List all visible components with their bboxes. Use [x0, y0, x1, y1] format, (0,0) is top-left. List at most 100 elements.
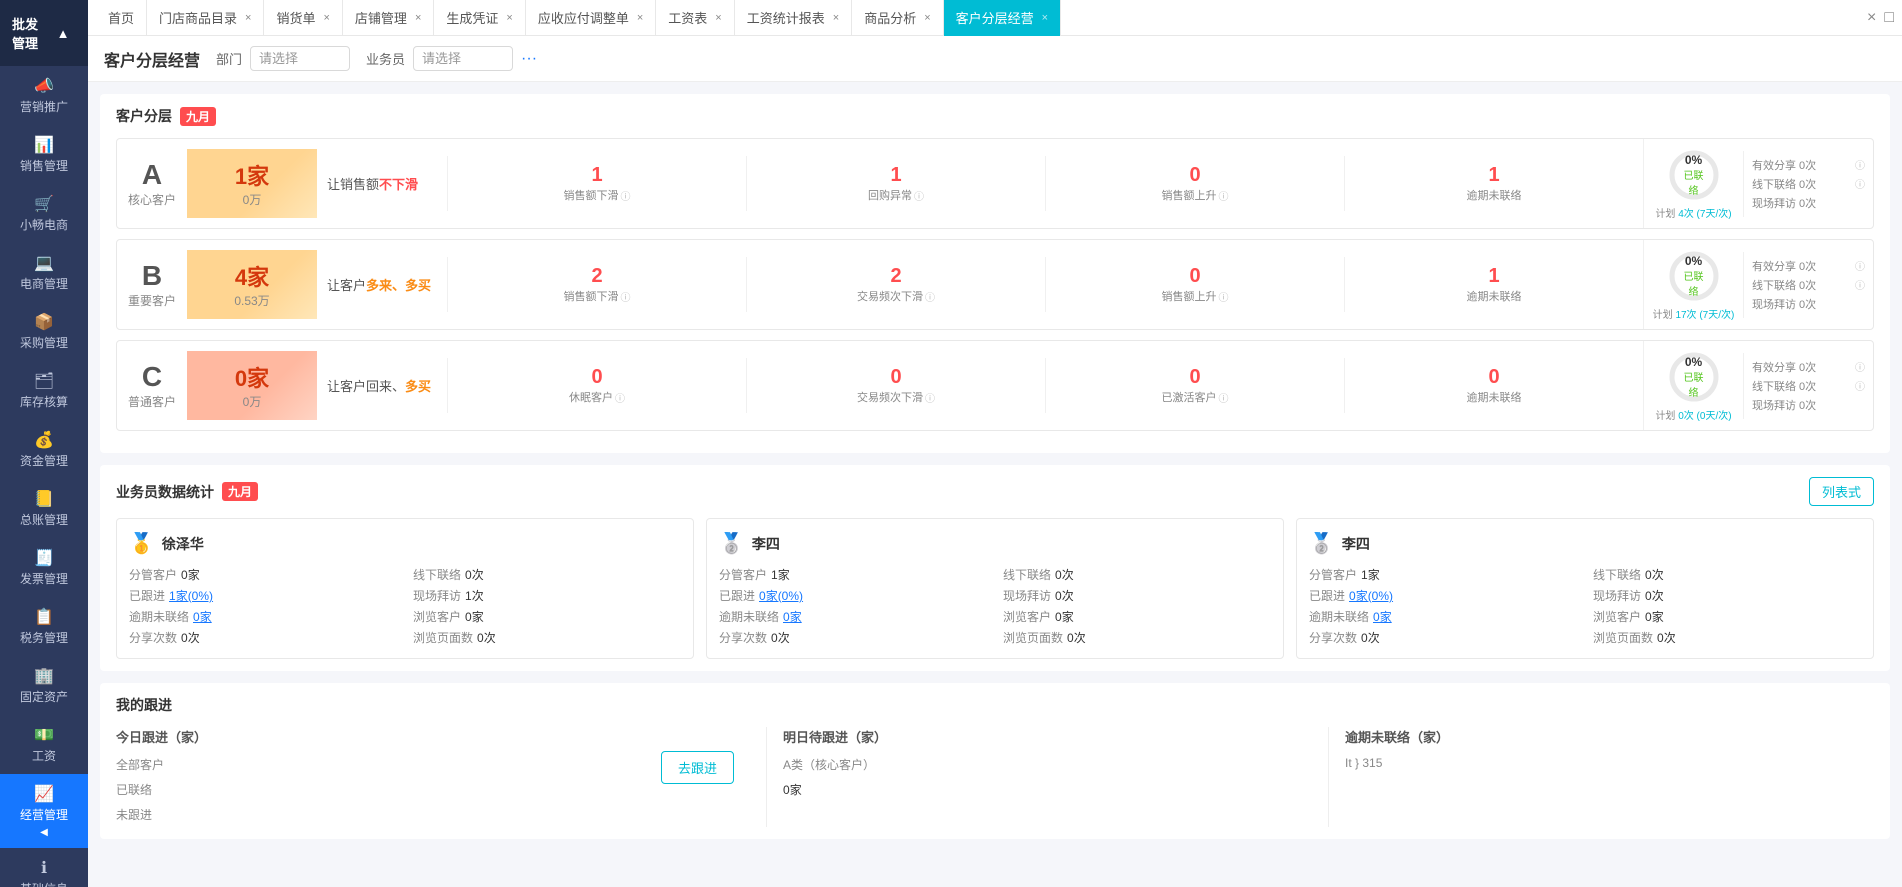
- tab-payroll[interactable]: 工资表 ×: [656, 0, 734, 36]
- sidebar-item-payroll[interactable]: 💵 工资: [0, 715, 88, 774]
- sales-icon: 📊: [34, 137, 54, 154]
- tab-close-icon[interactable]: ×: [245, 12, 251, 24]
- tier-b-stat-2[interactable]: 0 销售额上升 ⓘ: [1045, 257, 1344, 312]
- sidebar-item-ecom[interactable]: 💻 电商管理: [0, 243, 88, 302]
- staff-row: 浏览客户 0家: [1003, 608, 1271, 625]
- sidebar-header[interactable]: 批发管理 ▲: [0, 0, 88, 66]
- tier-a-count[interactable]: 1家 0万: [187, 149, 317, 218]
- tab-voucher[interactable]: 生成凭证 ×: [434, 0, 525, 36]
- tab-close-icon[interactable]: ×: [415, 12, 421, 24]
- customer-tier-section: 客户分层 九月 A 核心客户 1家 0万 让销售额不下滑 1: [100, 94, 1890, 453]
- staff-row: 分管客户 1家: [719, 566, 987, 583]
- tier-c-stat-3[interactable]: 0 逾期未联络: [1344, 358, 1643, 413]
- tier-b-stat-0[interactable]: 2 销售额下滑 ⓘ: [447, 257, 746, 312]
- management-icon: 📈: [34, 786, 54, 803]
- tax-icon: 📋: [34, 609, 54, 626]
- tab-adjustment[interactable]: 应收应付调整单 ×: [526, 0, 656, 36]
- tab-home[interactable]: 首页: [96, 0, 147, 36]
- sidebar-expand-arrow: ◀: [40, 827, 48, 838]
- staff-row: 现场拜访 0次: [1593, 587, 1861, 604]
- staff-section: 业务员数据统计 九月 列表式 🥇 徐泽华 分管客户 0家: [100, 465, 1890, 671]
- staff-cards: 🥇 徐泽华 分管客户 0家 线下联络 0次 已跟进: [116, 518, 1874, 659]
- ecom-small-icon: 🛒: [34, 196, 54, 213]
- tier-a-label: A 核心客户: [117, 149, 187, 218]
- staff-select[interactable]: 请选择: [413, 46, 513, 71]
- tier-a-stat-0[interactable]: 1 销售额下滑 ⓘ: [447, 156, 746, 211]
- sidebar-item-purchase[interactable]: 📦 采购管理: [0, 302, 88, 361]
- tier-b-stat-1[interactable]: 2 交易频次下滑 ⓘ: [746, 257, 1045, 312]
- tab-payroll-report[interactable]: 工资统计报表 ×: [735, 0, 852, 36]
- tab-store-products[interactable]: 门店商品目录 ×: [147, 0, 264, 36]
- tab-store-mgmt[interactable]: 店铺管理 ×: [343, 0, 434, 36]
- tab-bar-actions: × □: [1867, 9, 1894, 27]
- tier-b-stats: 2 销售额下滑 ⓘ 2 交易频次下滑 ⓘ 0 销售额上升 ⓘ 1 逾期未联络: [447, 257, 1643, 312]
- sidebar-item-inventory[interactable]: 🗂 库存核算: [0, 361, 88, 420]
- ecom-icon: 💻: [34, 255, 54, 272]
- sidebar-item-label: 库存核算: [4, 393, 84, 410]
- sidebar-item-assets[interactable]: 🏢 固定资产: [0, 656, 88, 715]
- go-follow-area: 去跟进: [645, 727, 750, 784]
- tab-sales-order[interactable]: 销货单 ×: [264, 0, 342, 36]
- tier-a-stat-1[interactable]: 1 回购异常 ⓘ: [746, 156, 1045, 211]
- tier-a-stat-2[interactable]: 0 销售额上升 ⓘ: [1045, 156, 1344, 211]
- tab-maximize-icon[interactable]: □: [1884, 9, 1894, 27]
- staff-row: 逾期未联络 0家: [129, 608, 397, 625]
- list-view-button[interactable]: 列表式: [1809, 477, 1874, 506]
- sidebar-item-tax[interactable]: 📋 税务管理: [0, 597, 88, 656]
- tab-close-icon[interactable]: ×: [924, 12, 930, 24]
- dept-select[interactable]: 请选择: [250, 46, 350, 71]
- tier-c-stat-2[interactable]: 0 已激活客户 ⓘ: [1045, 358, 1344, 413]
- sidebar-item-label: 固定资产: [4, 688, 84, 705]
- tab-close-icon[interactable]: ×: [637, 12, 643, 24]
- tab-product-analysis[interactable]: 商品分析 ×: [852, 0, 943, 36]
- staff-section-header: 业务员数据统计 九月 列表式: [116, 477, 1874, 506]
- tier-a-stat-3[interactable]: 1 逾期未联络: [1344, 156, 1643, 211]
- staff-row: 线下联络 0次: [1593, 566, 1861, 583]
- sidebar-collapse-icon[interactable]: ▲: [44, 26, 82, 41]
- tier-b-label: B 重要客户: [117, 250, 187, 319]
- sidebar-item-label: 税务管理: [4, 629, 84, 646]
- more-options-icon[interactable]: ···: [521, 50, 537, 68]
- staff-medal-0: 🥇: [129, 531, 154, 556]
- staff-card-header-1: 🥈 李四: [719, 531, 1271, 556]
- staff-filter: 业务员 请选择 ···: [366, 46, 537, 71]
- sidebar-item-label: 采购管理: [4, 334, 84, 351]
- sidebar-item-finance[interactable]: 💰 资金管理: [0, 420, 88, 479]
- staff-month-badge: 九月: [222, 482, 258, 501]
- follow-section-title: 我的跟进: [116, 695, 1874, 715]
- sidebar-item-ecom-small[interactable]: 🛒 小畅电商: [0, 184, 88, 243]
- tab-close-icon[interactable]: ×: [323, 12, 329, 24]
- sidebar-item-label: 经营管理: [4, 806, 84, 823]
- sidebar-item-management[interactable]: 📈 经营管理 ◀: [0, 774, 88, 848]
- sidebar-item-basic[interactable]: ℹ 基础信息: [0, 848, 88, 887]
- page-title: 客户分层经营: [104, 47, 200, 71]
- sidebar-item-ledger[interactable]: 📒 总账管理: [0, 479, 88, 538]
- tier-b-count[interactable]: 4家 0.53万: [187, 250, 317, 319]
- tab-close-icon[interactable]: ×: [1042, 12, 1048, 24]
- purchase-icon: 📦: [34, 314, 54, 331]
- tier-c-stat-0[interactable]: 0 休眠客户 ⓘ: [447, 358, 746, 413]
- follow-divider: [766, 727, 767, 827]
- tab-close-all-icon[interactable]: ×: [1867, 9, 1876, 27]
- sidebar: 批发管理 ▲ 📣 营销推广 📊 销售管理 🛒 小畅电商 💻 电商管理 📦 采购管…: [0, 0, 88, 887]
- follow-divider-2: [1328, 727, 1329, 827]
- staff-name-2: 李四: [1342, 534, 1370, 554]
- tab-close-icon[interactable]: ×: [506, 12, 512, 24]
- go-follow-button[interactable]: 去跟进: [661, 751, 734, 784]
- tab-close-icon[interactable]: ×: [715, 12, 721, 24]
- tab-close-icon[interactable]: ×: [833, 12, 839, 24]
- staff-medal-2: 🥈: [1309, 531, 1334, 556]
- marketing-icon: 📣: [34, 78, 54, 95]
- sidebar-item-marketing[interactable]: 📣 营销推广: [0, 66, 88, 125]
- follow-content: 今日跟进（家） 全部客户 已联络 未跟进 去跟进: [116, 727, 1874, 827]
- sidebar-item-sales[interactable]: 📊 销售管理: [0, 125, 88, 184]
- staff-row: 现场拜访 0次: [1003, 587, 1271, 604]
- invoice-icon: 🧾: [34, 550, 54, 567]
- tier-c-count[interactable]: 0家 0万: [187, 351, 317, 420]
- sidebar-item-invoice[interactable]: 🧾 发票管理: [0, 538, 88, 597]
- tab-customer-tier[interactable]: 客户分层经营 ×: [944, 0, 1061, 36]
- customer-tier-title: 客户分层 九月: [116, 106, 1874, 126]
- sidebar-title: 批发管理: [6, 14, 44, 52]
- tier-b-stat-3[interactable]: 1 逾期未联络: [1344, 257, 1643, 312]
- tier-c-stat-1[interactable]: 0 交易频次下滑 ⓘ: [746, 358, 1045, 413]
